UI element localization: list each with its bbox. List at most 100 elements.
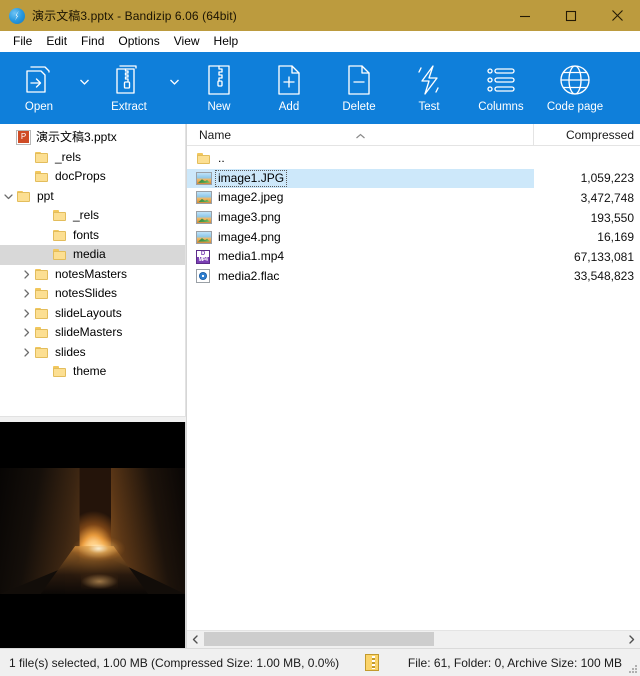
tree-item-slidelayouts[interactable]: slideLayouts bbox=[0, 304, 185, 324]
folder-icon bbox=[34, 170, 50, 183]
window-title: 演示文稿3.pptx - Bandizip 6.06 (64bit) bbox=[32, 7, 237, 24]
menu-item-view[interactable]: View bbox=[167, 32, 207, 51]
file-row-name-cell[interactable]: .. bbox=[187, 149, 534, 169]
toolbar-button-open[interactable]: Open bbox=[4, 52, 74, 124]
status-archive-info: File: 61, Folder: 0, Archive Size: 100 M… bbox=[408, 656, 640, 670]
tree-item-label: slideLayouts bbox=[55, 306, 122, 321]
photo-puddle bbox=[81, 574, 118, 589]
folder-icon bbox=[34, 287, 50, 300]
resize-grip-icon[interactable] bbox=[627, 663, 637, 673]
twisty-collapsed-chevron-right-icon[interactable] bbox=[18, 347, 34, 358]
column-header-name[interactable]: Name bbox=[187, 128, 533, 142]
file-row-name-cell[interactable]: D MP4 media1.mp4 bbox=[187, 247, 534, 267]
column-header-compressed[interactable]: Compressed bbox=[534, 128, 640, 142]
file-compressed-size: 1,059,223 bbox=[534, 171, 640, 185]
file-list-panel: Name Compressed .. bbox=[186, 124, 640, 648]
folder-icon bbox=[16, 190, 32, 203]
add-file-icon bbox=[272, 62, 306, 98]
title-bar: 演示文稿3.pptx - Bandizip 6.06 (64bit) bbox=[0, 0, 640, 31]
scrollbar-track[interactable] bbox=[204, 631, 623, 648]
file-row-name-cell[interactable]: image4.png bbox=[187, 227, 534, 247]
minimize-button[interactable] bbox=[502, 0, 548, 31]
twisty-collapsed-chevron-right-icon[interactable] bbox=[18, 308, 34, 319]
file-compressed-size: 67,133,081 bbox=[534, 250, 640, 264]
table-row[interactable]: .. bbox=[187, 149, 640, 169]
maximize-button[interactable] bbox=[548, 0, 594, 31]
toolbar-button-extract[interactable]: Extract bbox=[94, 52, 164, 124]
folder-icon bbox=[34, 151, 50, 164]
bandizip-window: 演示文稿3.pptx - Bandizip 6.06 (64bit) File … bbox=[0, 0, 640, 676]
folder-icon bbox=[52, 248, 68, 261]
tree-item-rels[interactable]: _rels bbox=[0, 148, 185, 168]
tree-item-notesslides[interactable]: notesSlides bbox=[0, 284, 185, 304]
tree-item-docprops[interactable]: docProps bbox=[0, 167, 185, 187]
tree-item-label: slideMasters bbox=[55, 325, 122, 340]
toolbar-button-code-page[interactable]: Code page bbox=[538, 52, 612, 124]
menu-item-file[interactable]: File bbox=[6, 32, 39, 51]
file-row-name-cell[interactable]: image1.JPG bbox=[187, 169, 534, 189]
toolbar-button-new[interactable]: New bbox=[184, 52, 254, 124]
sort-caret-up-icon bbox=[354, 130, 367, 144]
file-row-name-cell[interactable]: image2.jpeg bbox=[187, 188, 534, 208]
toolbar-label-code-page: Code page bbox=[547, 101, 603, 114]
tree-item-archive-root[interactable]: 演示文稿3.pptx bbox=[0, 128, 185, 148]
file-row-name-cell[interactable]: image3.png bbox=[187, 208, 534, 228]
archive-tree[interactable]: 演示文稿3.pptx _rels docProps bbox=[0, 124, 186, 417]
twisty-collapsed-chevron-right-icon[interactable] bbox=[18, 269, 34, 280]
tree-item-fonts[interactable]: fonts bbox=[0, 226, 185, 246]
tree-item-label: _rels bbox=[73, 208, 99, 223]
file-list-body[interactable]: .. image1.JPG 1,059,223 image2.jpeg bbox=[187, 146, 640, 630]
table-row[interactable]: image4.png 16,169 bbox=[187, 227, 640, 247]
extract-dropdown-chevron-down-icon[interactable] bbox=[164, 52, 184, 124]
scrollbar-thumb[interactable] bbox=[204, 632, 434, 646]
table-row[interactable]: image1.JPG 1,059,223 bbox=[187, 169, 640, 189]
open-archive-icon bbox=[22, 62, 56, 98]
folder-icon bbox=[52, 229, 68, 242]
tree-item-slides[interactable]: slides bbox=[0, 343, 185, 363]
image-file-icon bbox=[196, 231, 212, 244]
extract-icon bbox=[112, 62, 146, 98]
tree-item-label: notesSlides bbox=[55, 286, 117, 301]
menu-item-help[interactable]: Help bbox=[207, 32, 246, 51]
close-button[interactable] bbox=[594, 0, 640, 31]
mp4-file-icon: D MP4 bbox=[196, 250, 212, 264]
window-controls bbox=[502, 0, 640, 31]
toolbar-button-test[interactable]: Test bbox=[394, 52, 464, 124]
tree-item-ppt[interactable]: ppt bbox=[0, 187, 185, 207]
tree-item-theme[interactable]: theme bbox=[0, 362, 185, 382]
menu-item-find[interactable]: Find bbox=[74, 32, 111, 51]
folder-icon bbox=[34, 307, 50, 320]
scroll-right-chevron-right-icon[interactable] bbox=[623, 631, 640, 648]
file-row-name-cell[interactable]: media2.flac bbox=[187, 267, 534, 287]
menu-item-options[interactable]: Options bbox=[111, 32, 166, 51]
image-file-icon bbox=[196, 211, 212, 224]
table-row[interactable]: image3.png 193,550 bbox=[187, 208, 640, 228]
twisty-expanded-chevron-down-icon[interactable] bbox=[0, 192, 16, 201]
twisty-collapsed-chevron-right-icon[interactable] bbox=[18, 327, 34, 338]
twisty-collapsed-chevron-right-icon[interactable] bbox=[18, 288, 34, 299]
new-archive-icon bbox=[202, 62, 236, 98]
table-row[interactable]: D MP4 media1.mp4 67,133,081 bbox=[187, 247, 640, 267]
folder-icon bbox=[34, 326, 50, 339]
scroll-left-chevron-left-icon[interactable] bbox=[187, 631, 204, 648]
horizontal-scrollbar[interactable] bbox=[187, 630, 640, 648]
left-panel: 演示文稿3.pptx _rels docProps bbox=[0, 124, 186, 648]
toolbar-button-columns[interactable]: Columns bbox=[464, 52, 538, 124]
main-content: 演示文稿3.pptx _rels docProps bbox=[0, 124, 640, 648]
table-row[interactable]: media2.flac 33,548,823 bbox=[187, 267, 640, 287]
folder-icon bbox=[52, 209, 68, 222]
table-row[interactable]: image2.jpeg 3,472,748 bbox=[187, 188, 640, 208]
tree-item-label: _rels bbox=[55, 150, 81, 165]
tree-item-notesmasters[interactable]: notesMasters bbox=[0, 265, 185, 285]
tree-item-ppt-rels[interactable]: _rels bbox=[0, 206, 185, 226]
toolbar-button-delete[interactable]: Delete bbox=[324, 52, 394, 124]
tree-item-label: slides bbox=[55, 345, 86, 360]
toolbar-button-add[interactable]: Add bbox=[254, 52, 324, 124]
image-preview-panel bbox=[0, 422, 186, 648]
tree-item-slidemasters[interactable]: slideMasters bbox=[0, 323, 185, 343]
menu-item-edit[interactable]: Edit bbox=[39, 32, 74, 51]
folder-icon bbox=[34, 346, 50, 359]
folder-icon bbox=[52, 365, 68, 378]
open-dropdown-chevron-down-icon[interactable] bbox=[74, 52, 94, 124]
tree-item-media[interactable]: media bbox=[0, 245, 185, 265]
